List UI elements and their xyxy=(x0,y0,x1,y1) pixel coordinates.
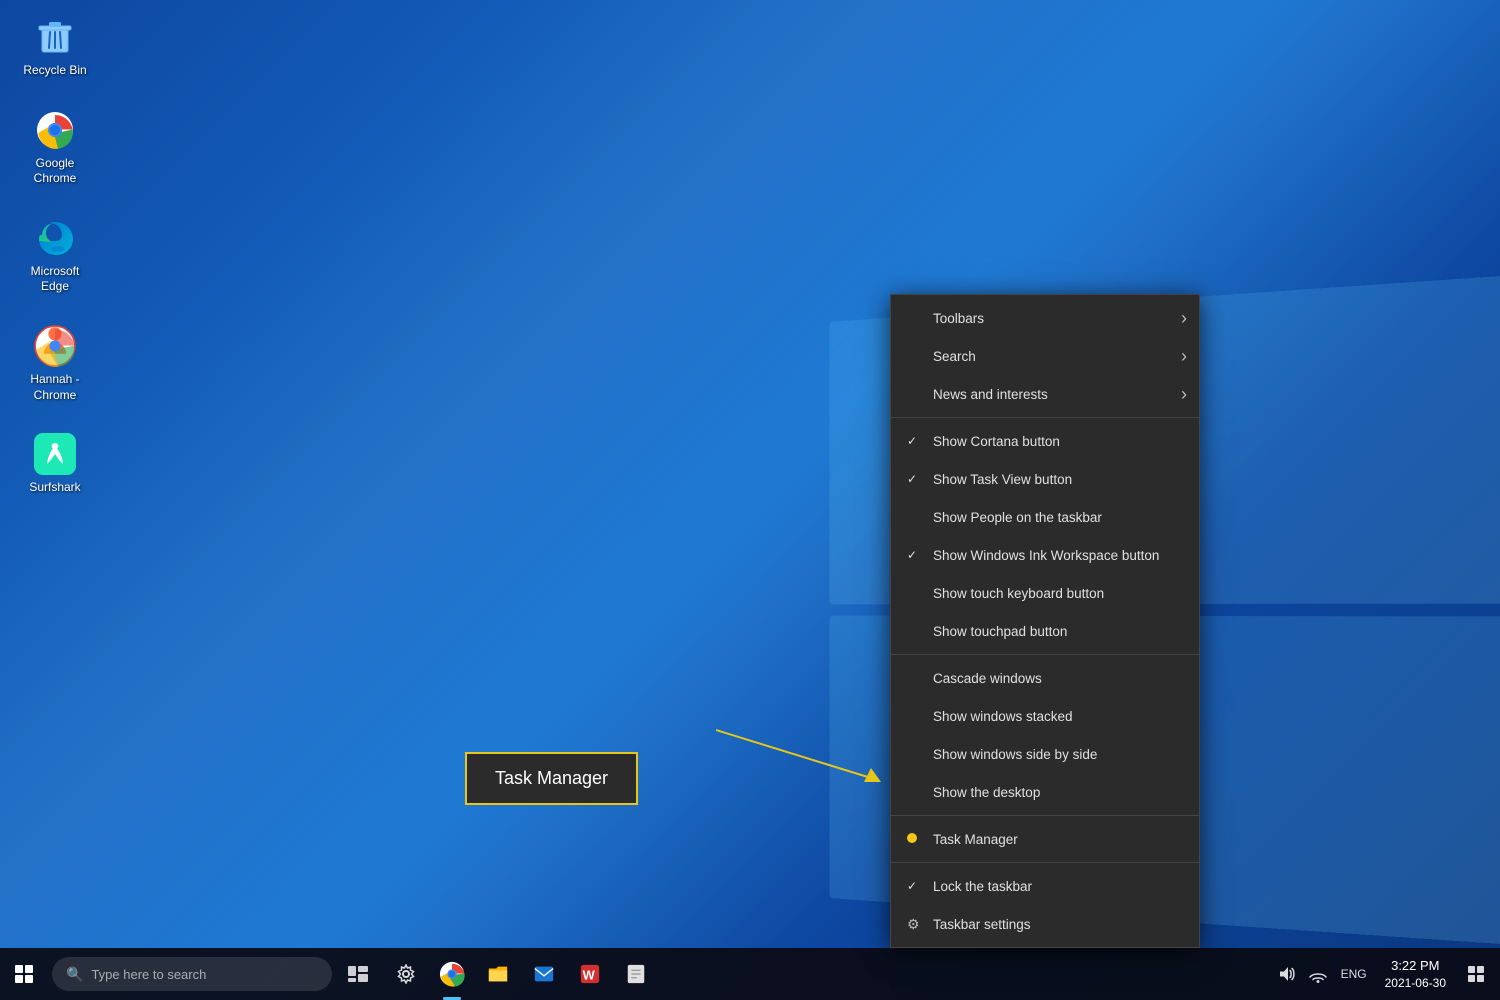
menu-divider-1 xyxy=(891,417,1199,418)
menu-item-show-cortana[interactable]: ✓ Show Cortana button xyxy=(891,422,1199,460)
taskbar-search[interactable]: 🔍 Type here to search xyxy=(52,957,332,991)
menu-item-show-task-view[interactable]: ✓ Show Task View button xyxy=(891,460,1199,498)
svg-text:W: W xyxy=(583,968,596,983)
menu-item-news-interests[interactable]: News and interests xyxy=(891,375,1199,413)
network-icon[interactable] xyxy=(1303,948,1333,1000)
notification-button[interactable] xyxy=(1458,948,1494,1000)
task-manager-tooltip: Task Manager xyxy=(465,752,638,805)
gear-icon: ⚙ xyxy=(907,916,923,933)
taskbar-app-file-explorer[interactable] xyxy=(476,948,520,1000)
taskbar-app-settings[interactable] xyxy=(384,948,428,1000)
recycle-bin-image xyxy=(34,16,76,58)
desktop: Recycle Bin Google Chrome xyxy=(0,0,1500,1000)
taskbar-clock[interactable]: 3:22 PM 2021-06-30 xyxy=(1375,948,1456,1000)
menu-item-search[interactable]: Search xyxy=(891,337,1199,375)
search-placeholder: Type here to search xyxy=(91,967,206,982)
taskbar-apps: W xyxy=(384,948,658,1000)
mail-icon xyxy=(533,963,555,985)
surfshark-icon[interactable]: Surfshark xyxy=(15,427,95,502)
menu-item-show-people[interactable]: Show People on the taskbar xyxy=(891,498,1199,536)
hannah-chrome-label: Hannah - Chrome xyxy=(21,372,89,403)
system-tray: ENG 3:22 PM 2021-06-30 xyxy=(1271,948,1500,1000)
menu-item-show-touchpad[interactable]: Show touchpad button xyxy=(891,612,1199,650)
taskbar-app-notepad[interactable] xyxy=(614,948,658,1000)
office-icon: W xyxy=(579,963,601,985)
menu-divider-4 xyxy=(891,862,1199,863)
menu-item-show-side-by-side[interactable]: Show windows side by side xyxy=(891,735,1199,773)
taskbar-app-mail[interactable] xyxy=(522,948,566,1000)
microsoft-edge-label: Microsoft Edge xyxy=(21,264,89,295)
search-icon: 🔍 xyxy=(66,966,83,983)
menu-item-show-touch-keyboard[interactable]: Show touch keyboard button xyxy=(891,574,1199,612)
settings-icon xyxy=(396,964,416,984)
menu-item-taskbar-settings[interactable]: ⚙ Taskbar settings xyxy=(891,905,1199,943)
start-icon xyxy=(15,965,33,983)
recycle-bin-icon[interactable]: Recycle Bin xyxy=(15,10,95,85)
desktop-icons: Recycle Bin Google Chrome xyxy=(15,10,95,502)
menu-item-task-manager[interactable]: Task Manager xyxy=(891,820,1199,858)
microsoft-edge-image xyxy=(34,217,76,259)
file-explorer-icon xyxy=(487,963,509,985)
chrome-taskbar-icon xyxy=(439,961,465,987)
notification-icon xyxy=(1467,965,1485,983)
surfshark-label: Surfshark xyxy=(29,480,80,496)
tooltip-arrow xyxy=(716,710,896,795)
taskbar-context-menu: Toolbars Search News and interests ✓ Sho… xyxy=(890,294,1200,948)
menu-item-show-stacked[interactable]: Show windows stacked xyxy=(891,697,1199,735)
task-view-icon xyxy=(348,966,368,982)
taskbar-app-office[interactable]: W xyxy=(568,948,612,1000)
task-view-button[interactable] xyxy=(336,948,380,1000)
volume-icon[interactable] xyxy=(1271,948,1301,1000)
notepad-icon xyxy=(625,963,647,985)
hannah-chrome-image xyxy=(34,325,76,367)
surfshark-image xyxy=(34,433,76,475)
menu-divider-3 xyxy=(891,815,1199,816)
recycle-bin-label: Recycle Bin xyxy=(23,63,86,79)
taskbar: 🔍 Type here to search xyxy=(0,948,1500,1000)
google-chrome-image xyxy=(34,109,76,151)
menu-item-toolbars[interactable]: Toolbars xyxy=(891,299,1199,337)
microsoft-edge-icon[interactable]: Microsoft Edge xyxy=(15,211,95,301)
hannah-chrome-icon[interactable]: Hannah - Chrome xyxy=(15,319,95,409)
menu-item-cascade-windows[interactable]: Cascade windows xyxy=(891,659,1199,697)
menu-item-lock-taskbar[interactable]: ✓ Lock the taskbar xyxy=(891,867,1199,905)
taskbar-app-chrome[interactable] xyxy=(430,948,474,1000)
language-icon[interactable]: ENG xyxy=(1335,948,1373,1000)
google-chrome-label: Google Chrome xyxy=(21,156,89,187)
google-chrome-icon[interactable]: Google Chrome xyxy=(15,103,95,193)
task-manager-dot xyxy=(907,833,917,843)
menu-divider-2 xyxy=(891,654,1199,655)
menu-item-show-ink-workspace[interactable]: ✓ Show Windows Ink Workspace button xyxy=(891,536,1199,574)
start-button[interactable] xyxy=(0,948,48,1000)
menu-item-show-desktop[interactable]: Show the desktop xyxy=(891,773,1199,811)
